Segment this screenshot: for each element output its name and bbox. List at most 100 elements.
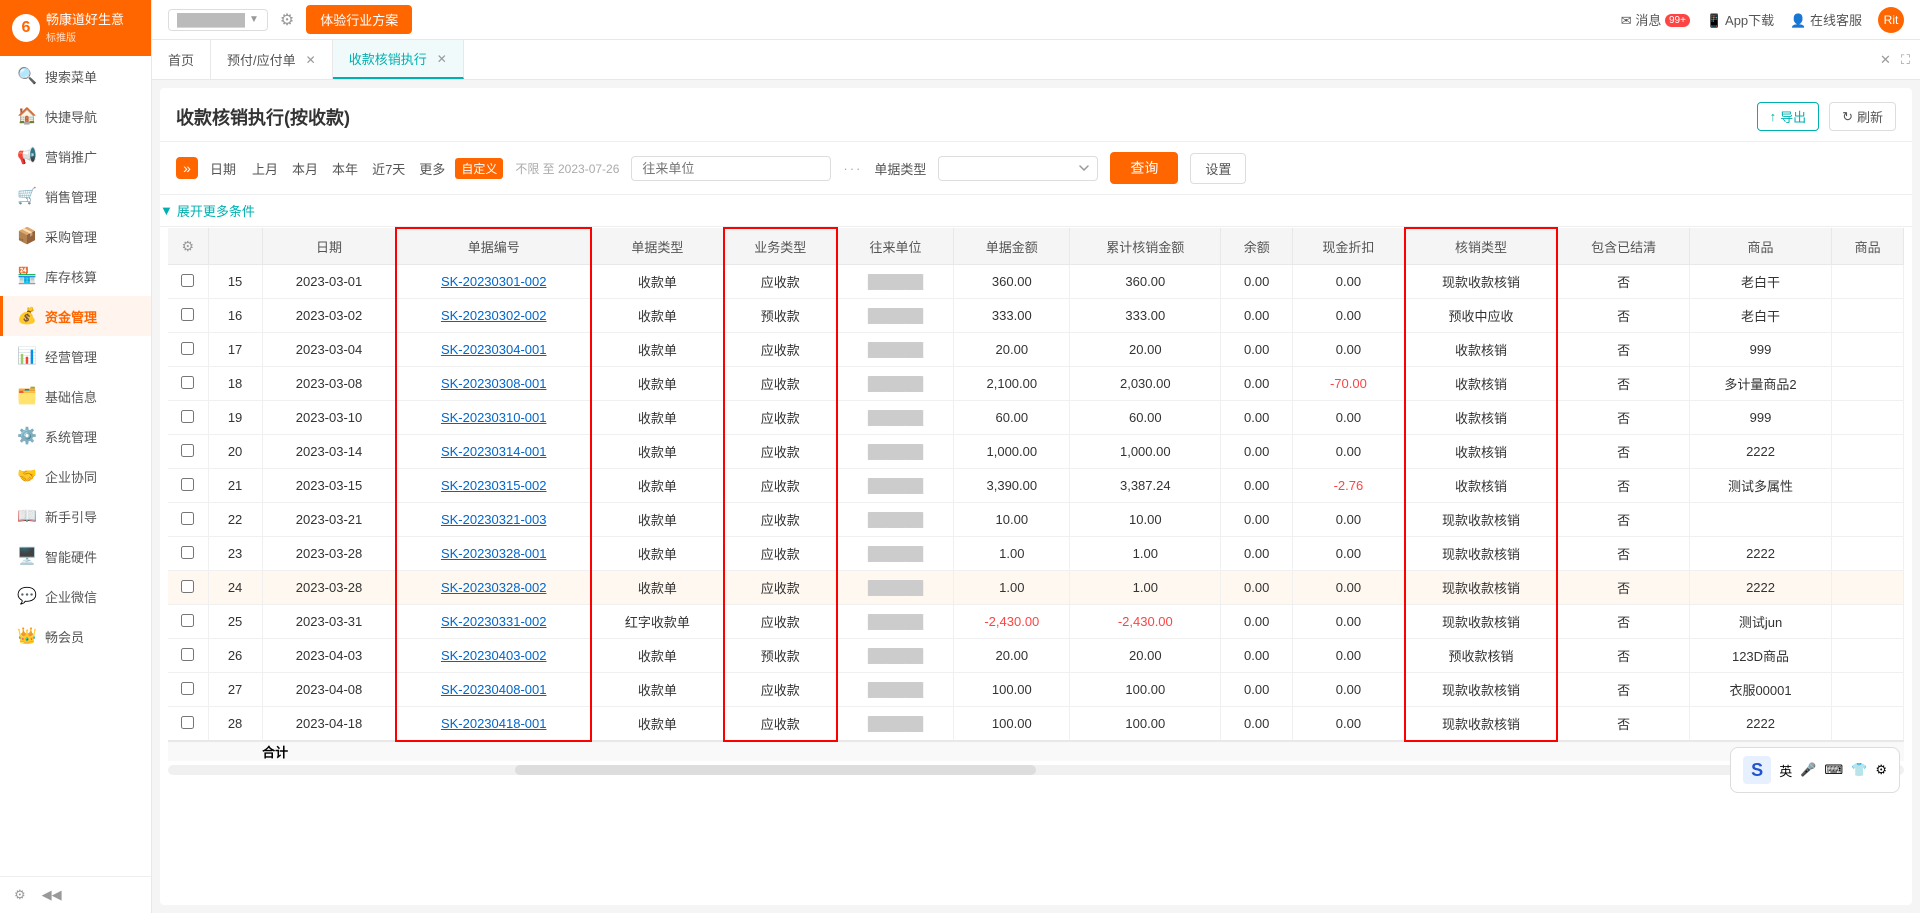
grid-icon[interactable]: ⚙ — [1875, 762, 1887, 778]
solution-button[interactable]: 体验行业方案 — [306, 5, 412, 34]
row-checkbox[interactable] — [181, 410, 194, 423]
export-button[interactable]: ↑ 导出 — [1757, 102, 1820, 131]
sidebar-item-search[interactable]: 🔍 搜索菜单 — [0, 56, 151, 96]
table-scrollbar-thumb[interactable] — [515, 765, 1036, 775]
th-verify-type[interactable]: 核销类型 — [1405, 228, 1558, 265]
prepay-tab-close[interactable]: ✕ — [306, 53, 316, 67]
row-checkbox[interactable] — [181, 478, 194, 491]
bill-no-link[interactable]: SK-20230315-002 — [441, 478, 547, 493]
gear-icon[interactable]: ⚙ — [280, 10, 294, 30]
partner-input[interactable] — [631, 156, 831, 181]
th-date[interactable]: 日期 — [262, 228, 396, 265]
row-checkbox[interactable] — [181, 274, 194, 287]
sidebar-item-member[interactable]: 👑 畅会员 — [0, 616, 151, 656]
bill-no-link[interactable]: SK-20230408-001 — [441, 682, 547, 697]
company-select[interactable]: ████████ ▼ — [168, 9, 268, 31]
row-checkbox[interactable] — [181, 444, 194, 457]
tab-prepay[interactable]: 预付/应付单 ✕ — [211, 40, 333, 79]
tab-home[interactable]: 首页 — [152, 40, 211, 79]
date-custom-button[interactable]: 自定义 — [455, 158, 503, 179]
sidebar-collapse-icon[interactable]: ◀◀ — [42, 887, 62, 903]
td-checkbox[interactable] — [168, 333, 208, 367]
bill-no-link[interactable]: SK-20230308-001 — [441, 376, 547, 391]
th-accum[interactable]: 累计核销金额 — [1070, 228, 1221, 265]
bill-no-link[interactable]: SK-20230314-001 — [441, 444, 547, 459]
th-settings[interactable]: ⚙ — [168, 228, 208, 265]
settings-button[interactable]: 设置 — [1190, 153, 1246, 184]
message-area[interactable]: ✉ 消息 99+ — [1621, 10, 1690, 29]
date-option-last-month[interactable]: 上月 — [248, 157, 282, 180]
date-option-this-month[interactable]: 本月 — [288, 157, 322, 180]
td-checkbox[interactable] — [168, 469, 208, 503]
bill-no-link[interactable]: SK-20230418-001 — [441, 716, 547, 731]
row-checkbox[interactable] — [181, 682, 194, 695]
user-avatar[interactable]: Rit — [1878, 7, 1904, 33]
bill-no-link[interactable]: SK-20230310-001 — [441, 410, 547, 425]
tab-expand-icon[interactable]: ⛶ — [1901, 52, 1910, 68]
app-download[interactable]: 📱 App下载 — [1706, 10, 1774, 29]
row-checkbox[interactable] — [181, 308, 194, 321]
row-checkbox[interactable] — [181, 580, 194, 593]
refresh-button[interactable]: ↻ 刷新 — [1829, 102, 1896, 131]
row-checkbox[interactable] — [181, 342, 194, 355]
sidebar-item-enterprise[interactable]: 🤝 企业协同 — [0, 456, 151, 496]
th-balance[interactable]: 余额 — [1221, 228, 1293, 265]
sidebar-item-hardware[interactable]: 🖥️ 智能硬件 — [0, 536, 151, 576]
tab-collection[interactable]: 收款核销执行 ✕ — [333, 40, 464, 79]
sidebar-item-purchase[interactable]: 📦 采购管理 — [0, 216, 151, 256]
row-checkbox[interactable] — [181, 546, 194, 559]
th-partner[interactable]: 往来单位 — [837, 228, 954, 265]
th-amount[interactable]: 单据金额 — [954, 228, 1070, 265]
sidebar-gear-icon[interactable]: ⚙ — [14, 887, 26, 903]
filter-toggle-button[interactable]: » — [176, 157, 198, 179]
td-checkbox[interactable] — [168, 503, 208, 537]
sidebar-item-system[interactable]: ⚙️ 系统管理 — [0, 416, 151, 456]
bill-no-link[interactable]: SK-20230321-003 — [441, 512, 547, 527]
mic-icon[interactable]: 🎤 — [1800, 762, 1816, 778]
bill-no-link[interactable]: SK-20230304-001 — [441, 342, 547, 357]
sidebar-item-wechat[interactable]: 💬 企业微信 — [0, 576, 151, 616]
online-service[interactable]: 👤 在线客服 — [1790, 10, 1862, 29]
row-checkbox[interactable] — [181, 614, 194, 627]
row-checkbox[interactable] — [181, 648, 194, 661]
th-bill-type[interactable]: 单据类型 — [591, 228, 724, 265]
bill-type-select[interactable] — [938, 156, 1098, 181]
td-checkbox[interactable] — [168, 435, 208, 469]
table-settings-icon[interactable]: ⚙ — [181, 238, 194, 254]
td-checkbox[interactable] — [168, 367, 208, 401]
td-checkbox[interactable] — [168, 571, 208, 605]
keyboard-icon[interactable]: ⌨ — [1824, 762, 1843, 778]
bill-no-link[interactable]: SK-20230301-002 — [441, 274, 547, 289]
th-product[interactable]: 商品 — [1689, 228, 1831, 265]
th-cash-discount[interactable]: 现金折扣 — [1293, 228, 1405, 265]
th-bill-no[interactable]: 单据编号 — [396, 228, 591, 265]
row-checkbox[interactable] — [181, 376, 194, 389]
sidebar-item-sales[interactable]: 🛒 销售管理 — [0, 176, 151, 216]
date-option-7days[interactable]: 近7天 — [368, 157, 409, 180]
td-checkbox[interactable] — [168, 299, 208, 333]
th-biz-type[interactable]: 业务类型 — [724, 228, 837, 265]
td-checkbox[interactable] — [168, 537, 208, 571]
td-checkbox[interactable] — [168, 401, 208, 435]
sidebar-item-operation[interactable]: 📊 经营管理 — [0, 336, 151, 376]
table-scrollbar[interactable] — [168, 765, 1904, 775]
date-option-this-year[interactable]: 本年 — [328, 157, 362, 180]
bill-no-link[interactable]: SK-20230403-002 — [441, 648, 547, 663]
td-checkbox[interactable] — [168, 673, 208, 707]
row-checkbox[interactable] — [181, 512, 194, 525]
td-checkbox[interactable] — [168, 707, 208, 742]
collection-tab-close[interactable]: ✕ — [437, 52, 447, 66]
th-product2[interactable]: 商品 — [1832, 228, 1904, 265]
bill-no-link[interactable]: SK-20230328-001 — [441, 546, 547, 561]
expand-filter-button[interactable]: ▼ 展开更多条件 — [160, 201, 1912, 220]
td-checkbox[interactable] — [168, 605, 208, 639]
query-button[interactable]: 查询 — [1110, 152, 1178, 184]
bill-no-link[interactable]: SK-20230328-002 — [441, 580, 547, 595]
tab-close-all-icon[interactable]: ✕ — [1880, 52, 1891, 68]
sidebar-item-finance[interactable]: 💰 资金管理 — [0, 296, 151, 336]
td-checkbox[interactable] — [168, 639, 208, 673]
td-checkbox[interactable] — [168, 265, 208, 299]
bill-no-link[interactable]: SK-20230302-002 — [441, 308, 547, 323]
row-checkbox[interactable] — [181, 716, 194, 729]
sidebar-item-guide[interactable]: 📖 新手引导 — [0, 496, 151, 536]
